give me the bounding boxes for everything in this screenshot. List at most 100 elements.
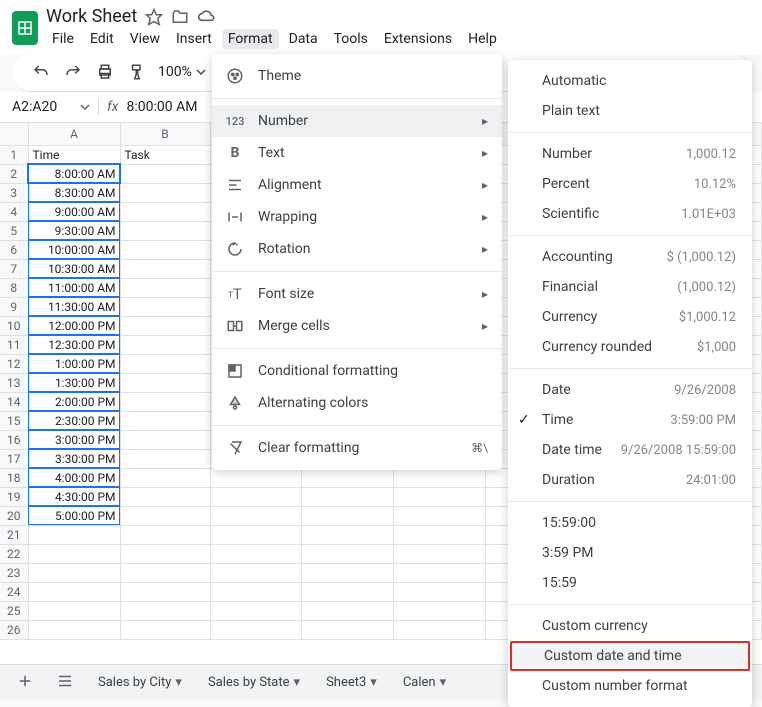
all-sheets-button[interactable] [52, 668, 78, 698]
print-button[interactable] [94, 61, 116, 83]
cell-A7[interactable]: 10:30:00 AM [28, 259, 120, 278]
col-header-A[interactable]: A [28, 123, 120, 145]
number-format-time[interactable]: ✓Time3:59:00 PM [508, 405, 752, 435]
cell-A10[interactable]: 12:00:00 PM [28, 316, 120, 335]
cell-A5[interactable]: 9:30:00 AM [28, 221, 120, 240]
cell-A11[interactable]: 12:30:00 PM [28, 335, 120, 354]
format-menu-clear formatting[interactable]: Clear formatting⌘\ [212, 432, 502, 464]
menu-extensions[interactable]: Extensions [378, 29, 458, 49]
row-header-14[interactable]: 14 [0, 392, 28, 411]
format-menu-merge cells[interactable]: Merge cells▸ [212, 310, 502, 342]
sheet-tab-calen[interactable]: Calen ▾ [397, 671, 452, 694]
name-box[interactable]: A2:A20 [12, 99, 72, 115]
cell-A8[interactable]: 11:00:00 AM [28, 278, 120, 297]
format-menu-theme[interactable]: Theme [212, 60, 502, 92]
cell-A9[interactable]: 11:30:00 AM [28, 297, 120, 316]
format-menu-alignment[interactable]: Alignment▸ [212, 169, 502, 201]
add-sheet-button[interactable] [12, 668, 38, 698]
format-menu-rotation[interactable]: Rotation▸ [212, 233, 502, 265]
chevron-down-icon[interactable]: ▾ [175, 675, 182, 690]
number-format-custom-number-format[interactable]: Custom number format [508, 671, 752, 701]
number-format-date-time[interactable]: Date time9/26/2008 15:59:00 [508, 435, 752, 465]
row-header-26[interactable]: 26 [0, 620, 28, 639]
row-header-12[interactable]: 12 [0, 354, 28, 373]
cell-A20[interactable]: 5:00:00 PM [28, 506, 120, 525]
format-menu-conditional formatting[interactable]: Conditional formatting [212, 355, 502, 387]
format-menu-text[interactable]: BText▸ [212, 137, 502, 169]
row-header-8[interactable]: 8 [0, 278, 28, 297]
row-header-15[interactable]: 15 [0, 411, 28, 430]
menu-file[interactable]: File [46, 29, 80, 49]
format-menu-wrapping[interactable]: Wrapping▸ [212, 201, 502, 233]
number-format-automatic[interactable]: Automatic [508, 66, 752, 96]
row-header-20[interactable]: 20 [0, 506, 28, 525]
move-icon[interactable] [171, 8, 189, 26]
formula-input[interactable]: 8:00:00 AM [126, 99, 197, 115]
row-header-1[interactable]: 1 [0, 145, 28, 164]
zoom-select[interactable]: 100% [158, 64, 206, 80]
row-header-11[interactable]: 11 [0, 335, 28, 354]
row-header-16[interactable]: 16 [0, 430, 28, 449]
cell-A4[interactable]: 9:00:00 AM [28, 202, 120, 221]
row-header-24[interactable]: 24 [0, 582, 28, 601]
number-format-financial[interactable]: Financial(1,000.12) [508, 272, 752, 302]
number-format-plain-text[interactable]: Plain text [508, 96, 752, 126]
sheet-tab-sales by state[interactable]: Sales by State ▾ [202, 671, 306, 694]
row-header-5[interactable]: 5 [0, 221, 28, 240]
menu-data[interactable]: Data [283, 29, 324, 49]
number-format-custom-currency[interactable]: Custom currency [508, 611, 752, 641]
cell-A14[interactable]: 2:00:00 PM [28, 392, 120, 411]
cell-B1[interactable]: Task [120, 145, 210, 164]
number-format-15-59[interactable]: 15:59 [508, 568, 752, 598]
number-format-duration[interactable]: Duration24:01:00 [508, 465, 752, 495]
number-format-currency-rounded[interactable]: Currency rounded$1,000 [508, 332, 752, 362]
star-icon[interactable] [145, 8, 163, 26]
cell-A19[interactable]: 4:30:00 PM [28, 487, 120, 506]
row-header-18[interactable]: 18 [0, 468, 28, 487]
number-format-number[interactable]: Number1,000.12 [508, 139, 752, 169]
row-header-3[interactable]: 3 [0, 183, 28, 202]
chevron-down-icon[interactable]: ▾ [294, 675, 301, 690]
redo-button[interactable] [62, 61, 84, 83]
sheet-tab-sheet3[interactable]: Sheet3 ▾ [320, 671, 383, 694]
cell-A2[interactable]: 8:00:00 AM [28, 164, 120, 183]
row-header-21[interactable]: 21 [0, 525, 28, 544]
row-header-22[interactable]: 22 [0, 544, 28, 563]
row-header-6[interactable]: 6 [0, 240, 28, 259]
number-format-currency[interactable]: Currency$1,000.12 [508, 302, 752, 332]
number-format-15-59-00[interactable]: 15:59:00 [508, 508, 752, 538]
cell-A18[interactable]: 4:00:00 PM [28, 468, 120, 487]
document-title[interactable]: Work Sheet [46, 6, 137, 27]
chevron-down-icon[interactable]: ▾ [440, 675, 447, 690]
cell-A1[interactable]: Time [28, 145, 120, 164]
sheet-tab-sales by city[interactable]: Sales by City ▾ [92, 671, 188, 694]
row-header-19[interactable]: 19 [0, 487, 28, 506]
cell-A16[interactable]: 3:00:00 PM [28, 430, 120, 449]
row-header-10[interactable]: 10 [0, 316, 28, 335]
cloud-status-icon[interactable] [197, 7, 217, 27]
menu-insert[interactable]: Insert [170, 29, 218, 49]
cell-A13[interactable]: 1:30:00 PM [28, 373, 120, 392]
cell-A15[interactable]: 2:30:00 PM [28, 411, 120, 430]
menu-view[interactable]: View [124, 29, 166, 49]
number-format-scientific[interactable]: Scientific1.01E+03 [508, 199, 752, 229]
number-format-accounting[interactable]: Accounting$ (1,000.12) [508, 242, 752, 272]
menu-tools[interactable]: Tools [328, 29, 374, 49]
format-menu-alternating colors[interactable]: Alternating colors [212, 387, 502, 419]
row-header-25[interactable]: 25 [0, 601, 28, 620]
col-header-B[interactable]: B [120, 123, 210, 145]
number-format-date[interactable]: Date9/26/2008 [508, 375, 752, 405]
row-header-17[interactable]: 17 [0, 449, 28, 468]
cell-A6[interactable]: 10:00:00 AM [28, 240, 120, 259]
cell-A3[interactable]: 8:30:00 AM [28, 183, 120, 202]
number-format-custom-date-and-time[interactable]: Custom date and time [510, 641, 750, 671]
row-header-7[interactable]: 7 [0, 259, 28, 278]
row-header-9[interactable]: 9 [0, 297, 28, 316]
row-header-13[interactable]: 13 [0, 373, 28, 392]
format-menu-font size[interactable]: тTFont size▸ [212, 278, 502, 310]
namebox-dropdown-icon[interactable] [80, 102, 90, 112]
row-header-23[interactable]: 23 [0, 563, 28, 582]
sheets-logo[interactable] [12, 11, 38, 45]
format-menu-number[interactable]: 123Number▸ [212, 105, 502, 137]
menu-format[interactable]: Format [222, 29, 279, 49]
